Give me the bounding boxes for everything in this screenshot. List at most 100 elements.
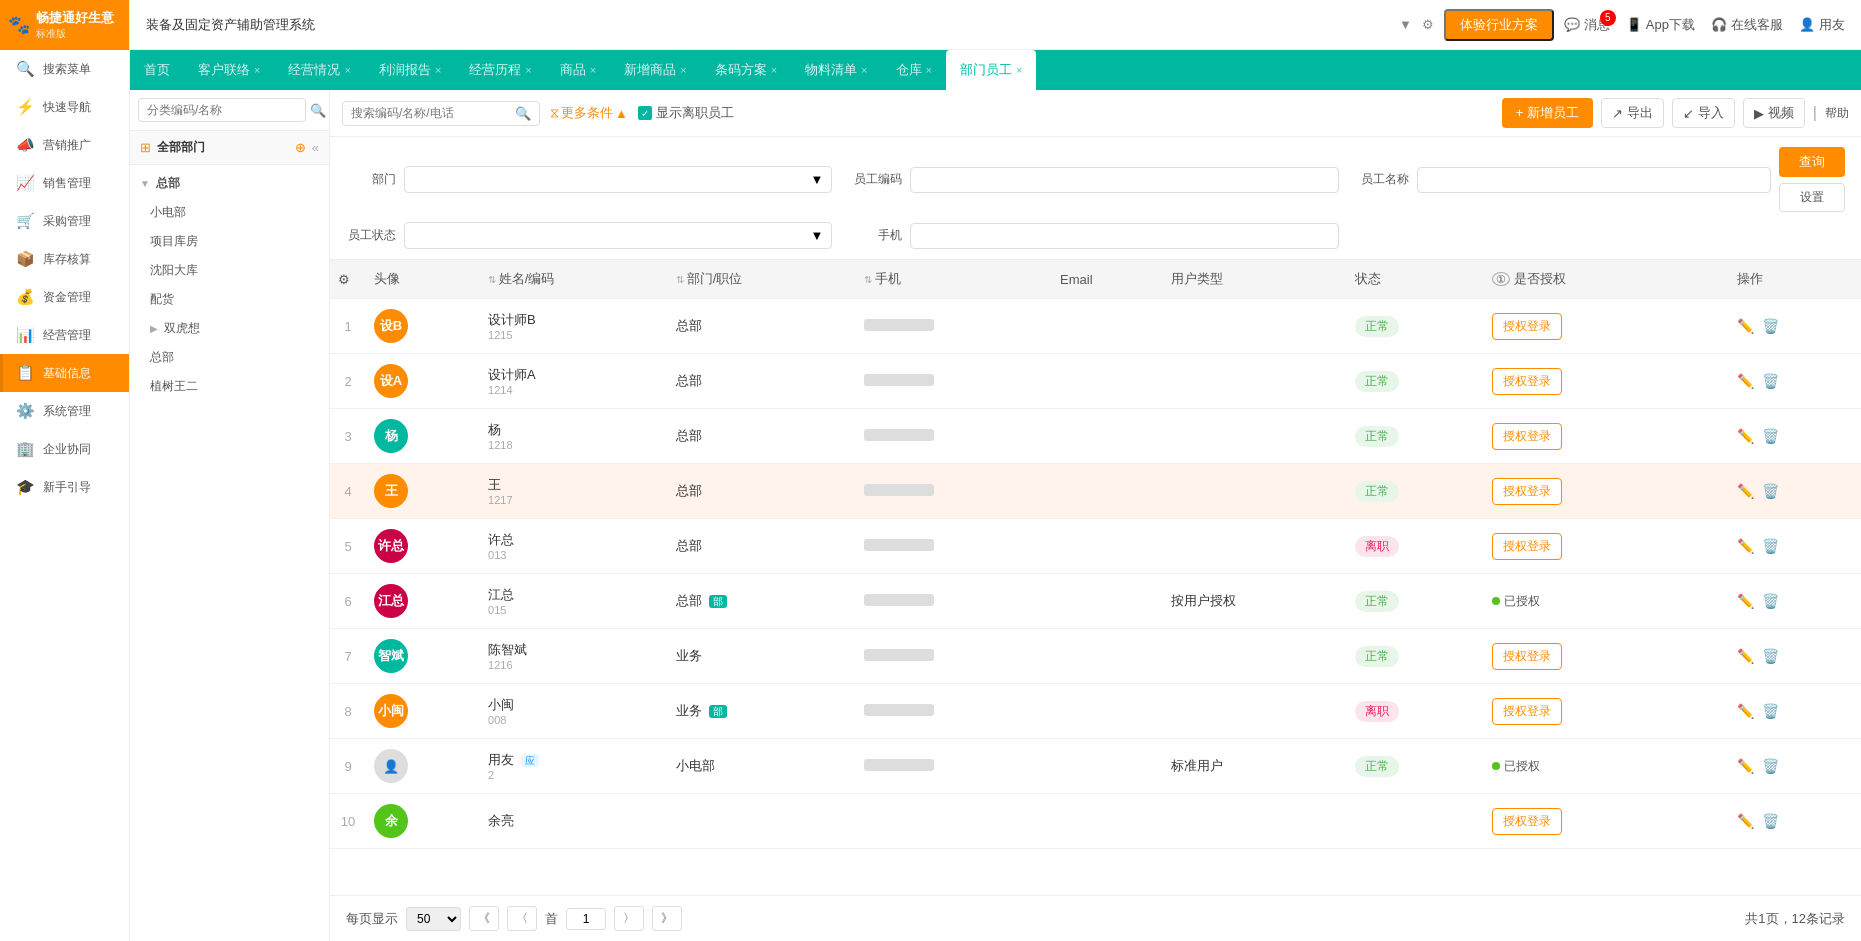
auth-button[interactable]: 授权登录 <box>1492 313 1562 340</box>
page-prev-btn[interactable]: 〈 <box>507 906 537 931</box>
help-label[interactable]: 帮助 <box>1825 105 1849 122</box>
tab-profit[interactable]: 利润报告 × <box>365 50 455 90</box>
edit-icon[interactable]: ✏️ <box>1737 593 1754 609</box>
dept-node-shenyang[interactable]: 沈阳大库 <box>130 256 329 285</box>
delete-icon[interactable]: 🗑️ <box>1762 428 1779 444</box>
auth-button[interactable]: 授权登录 <box>1492 698 1562 725</box>
import-button[interactable]: ↙ 导入 <box>1672 98 1735 128</box>
sidebar-item-system[interactable]: ⚙️ 系统管理 <box>0 392 129 430</box>
sidebar-item-operation[interactable]: 📊 经营管理 <box>0 316 129 354</box>
search-input[interactable] <box>351 106 511 120</box>
sidebar-item-basic[interactable]: 📋 基础信息 <box>0 354 129 392</box>
sidebar-item-capital[interactable]: 💰 资金管理 <box>0 278 129 316</box>
edit-icon[interactable]: ✏️ <box>1737 758 1754 774</box>
settings-icon[interactable]: ⚙ <box>1422 17 1434 32</box>
page-last-btn[interactable]: 》 <box>652 906 682 931</box>
tab-barcode[interactable]: 条码方案 × <box>701 50 791 90</box>
delete-icon[interactable]: 🗑️ <box>1762 703 1779 719</box>
tab-home[interactable]: 首页 <box>130 50 184 90</box>
tab-customer[interactable]: 客户联络 × <box>184 50 274 90</box>
filter-name-input[interactable] <box>1417 167 1771 193</box>
online-service-button[interactable]: 🎧 在线客服 <box>1711 16 1783 34</box>
delete-icon[interactable]: 🗑️ <box>1762 593 1779 609</box>
sidebar-item-guide[interactable]: 🎓 新手引导 <box>0 468 129 506</box>
trial-button[interactable]: 体验行业方案 <box>1444 9 1554 41</box>
auth-button[interactable]: 授权登录 <box>1492 533 1562 560</box>
dept-search-icon[interactable]: 🔍 <box>310 103 326 118</box>
filter-status-select[interactable]: ▼ <box>404 222 832 249</box>
page-next-btn[interactable]: 〉 <box>614 906 644 931</box>
app-download-button[interactable]: 📱 App下载 <box>1626 16 1695 34</box>
sidebar-item-sales[interactable]: 📈 销售管理 <box>0 164 129 202</box>
tab-goods[interactable]: 商品 × <box>546 50 610 90</box>
sidebar-item-enterprise[interactable]: 🏢 企业协同 <box>0 430 129 468</box>
col-settings[interactable]: ⚙ <box>330 260 366 299</box>
tab-department[interactable]: 部门员工 × <box>946 50 1036 90</box>
edit-icon[interactable]: ✏️ <box>1737 703 1754 719</box>
dept-node-zongbu[interactable]: 总部 <box>130 343 329 372</box>
more-conditions-btn[interactable]: ⧖ 更多条件 ▲ <box>550 104 628 122</box>
per-page-select[interactable]: 50 100 <box>406 907 461 931</box>
tab-close-warehouse[interactable]: × <box>926 64 932 76</box>
add-employee-button[interactable]: + 新增员工 <box>1502 98 1593 128</box>
edit-icon[interactable]: ✏️ <box>1737 813 1754 829</box>
filter-code-input[interactable] <box>910 167 1338 193</box>
dept-add-icon[interactable]: ⊕ <box>295 140 306 155</box>
edit-icon[interactable]: ✏️ <box>1737 373 1754 389</box>
dept-node-zhishu[interactable]: 植树王二 <box>130 372 329 401</box>
tab-bom[interactable]: 物料清单 × <box>791 50 881 90</box>
export-button[interactable]: ↗ 导出 <box>1601 98 1664 128</box>
sidebar-item-purchase[interactable]: 🛒 采购管理 <box>0 202 129 240</box>
show-archived-toggle[interactable]: ✓ 显示离职员工 <box>638 104 734 122</box>
tab-close-goods[interactable]: × <box>590 64 596 76</box>
delete-icon[interactable]: 🗑️ <box>1762 538 1779 554</box>
set-button[interactable]: 设置 <box>1779 183 1845 212</box>
view-button[interactable]: ▶ 视频 <box>1743 98 1805 128</box>
auth-button[interactable]: 授权登录 <box>1492 808 1562 835</box>
delete-icon[interactable]: 🗑️ <box>1762 373 1779 389</box>
tab-close-profit[interactable]: × <box>435 64 441 76</box>
edit-icon[interactable]: ✏️ <box>1737 483 1754 499</box>
sidebar-item-inventory[interactable]: 📦 库存核算 <box>0 240 129 278</box>
tab-add-goods[interactable]: 新增商品 × <box>610 50 700 90</box>
filter-dept-select[interactable]: ▼ <box>404 166 832 193</box>
dept-node-xiaodian[interactable]: 小电部 <box>130 198 329 227</box>
tab-close-customer[interactable]: × <box>254 64 260 76</box>
query-button[interactable]: 查询 <box>1779 147 1845 177</box>
tab-close-bom[interactable]: × <box>861 64 867 76</box>
auth-button[interactable]: 授权登录 <box>1492 368 1562 395</box>
page-number-input[interactable] <box>566 908 606 930</box>
edit-icon[interactable]: ✏️ <box>1737 648 1754 664</box>
dept-node-library[interactable]: 项目库房 <box>130 227 329 256</box>
dept-node-shuanghu[interactable]: ▶双虎想 <box>130 314 329 343</box>
topbar-dropdown-icon[interactable]: ▼ <box>1399 17 1412 32</box>
dept-search-input[interactable] <box>138 98 306 122</box>
delete-icon[interactable]: 🗑️ <box>1762 758 1779 774</box>
tab-close-add-goods[interactable]: × <box>680 64 686 76</box>
edit-icon[interactable]: ✏️ <box>1737 428 1754 444</box>
dept-node-peihuo[interactable]: 配货 <box>130 285 329 314</box>
dept-node-root[interactable]: ▼总部 <box>130 169 329 198</box>
tab-warehouse[interactable]: 仓库 × <box>882 50 946 90</box>
delete-icon[interactable]: 🗑️ <box>1762 483 1779 499</box>
edit-icon[interactable]: ✏️ <box>1737 318 1754 334</box>
auth-button[interactable]: 授权登录 <box>1492 423 1562 450</box>
tab-close-department[interactable]: × <box>1016 64 1022 76</box>
delete-icon[interactable]: 🗑️ <box>1762 813 1779 829</box>
tab-history[interactable]: 经营历程 × <box>455 50 545 90</box>
auth-button[interactable]: 授权登录 <box>1492 643 1562 670</box>
sidebar-item-quicknav[interactable]: ⚡ 快速导航 <box>0 88 129 126</box>
page-first-btn[interactable]: 《 <box>469 906 499 931</box>
tab-close-operation[interactable]: × <box>344 64 350 76</box>
dept-collapse-icon[interactable]: « <box>312 140 319 155</box>
user-avatar-button[interactable]: 👤 用友 <box>1799 16 1845 34</box>
tab-operation-status[interactable]: 经营情况 × <box>274 50 364 90</box>
tab-close-barcode[interactable]: × <box>771 64 777 76</box>
sidebar-item-marketing[interactable]: 📣 营销推广 <box>0 126 129 164</box>
sidebar-item-search[interactable]: 🔍 搜索菜单 <box>0 50 129 88</box>
auth-button[interactable]: 授权登录 <box>1492 478 1562 505</box>
message-button[interactable]: 💬 消息 5 <box>1564 16 1610 34</box>
filter-phone-input[interactable] <box>910 223 1338 249</box>
edit-icon[interactable]: ✏️ <box>1737 538 1754 554</box>
search-submit-icon[interactable]: 🔍 <box>515 106 531 121</box>
